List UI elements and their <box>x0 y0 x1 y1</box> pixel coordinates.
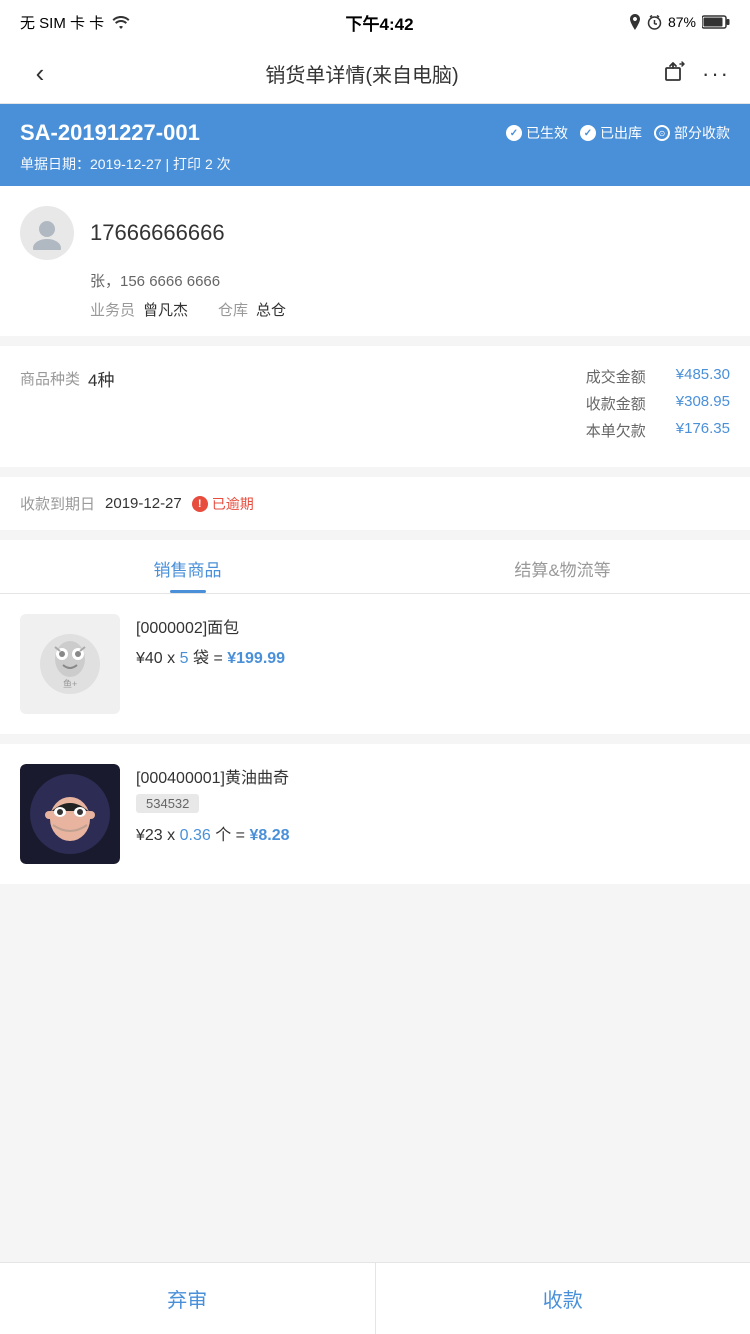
check-icon-2: ✓ <box>580 125 596 141</box>
bottom-bar: 弃审 收款 <box>0 1262 750 1334</box>
customer-name: 张，156 6666 6666 <box>20 270 730 291</box>
abandon-review-button[interactable]: 弃审 <box>0 1263 376 1334</box>
customer-header: 17666666666 <box>20 206 730 260</box>
product-kind: 商品种类 4种 <box>20 366 114 391</box>
user-icon <box>30 216 64 250</box>
avatar <box>20 206 74 260</box>
header-banner: SA-20191227-001 ✓ 已生效 ✓ 已出库 ⊙ 部分收款 单据日期：… <box>0 104 750 186</box>
status-badge-shipped: ✓ 已出库 <box>580 123 642 143</box>
overdue-badge: ! 已逾期 <box>192 494 254 514</box>
page-title: 销货单详情(来自电脑) <box>265 59 458 88</box>
received-row: 收款金额 ¥308.95 <box>586 393 730 414</box>
due-section: 收款到期日 2019-12-27 ! 已逾期 <box>0 477 750 530</box>
product-thumbnail-2 <box>25 769 115 859</box>
share-icon <box>664 60 686 82</box>
list-item: 鱼+ [0000002]面包 ¥40 x 5 袋 = ¥199.99 <box>0 594 750 734</box>
stats-section: 商品种类 4种 成交金额 ¥485.30 收款金额 ¥308.95 本单欠款 ¥… <box>0 346 750 467</box>
check-icon-1: ✓ <box>506 125 522 141</box>
warehouse-meta: 仓库 总仓 <box>218 299 286 320</box>
tabs-section: 销售商品 结算&物流等 <box>0 540 750 594</box>
back-button[interactable]: ‹ <box>20 54 60 94</box>
product-image-1: 鱼+ <box>20 614 120 714</box>
list-item: [000400001]黄油曲奇 534532 ¥23 x 0.36 个 = ¥8… <box>0 744 750 884</box>
status-bar: 无 SIM 卡 卡 下午4:42 87% <box>0 0 750 44</box>
order-id: SA-20191227-001 <box>20 120 200 146</box>
order-date: 单据日期：2019-12-27 | 打印 2 次 <box>20 154 730 174</box>
nav-icons: ··· <box>664 60 730 87</box>
sales-meta: 业务员 曾凡杰 <box>90 299 188 320</box>
status-left: 无 SIM 卡 卡 <box>20 12 130 33</box>
products-section: 鱼+ [0000002]面包 ¥40 x 5 袋 = ¥199.99 <box>0 594 750 966</box>
svg-text:鱼+: 鱼+ <box>63 678 77 689</box>
battery-text: 87% <box>668 14 696 30</box>
alarm-icon <box>647 15 662 30</box>
status-badge-partial: ⊙ 部分收款 <box>654 123 730 143</box>
wifi-icon <box>112 15 130 29</box>
sim-text: 无 SIM 卡 卡 <box>20 12 104 33</box>
more-button[interactable]: ··· <box>702 61 730 87</box>
status-badge-effective: ✓ 已生效 <box>506 123 568 143</box>
share-button[interactable] <box>664 60 686 87</box>
product-sku-2: 534532 <box>136 794 199 813</box>
product-info-2: [000400001]黄油曲奇 534532 ¥23 x 0.36 个 = ¥8… <box>136 764 730 845</box>
customer-meta: 业务员 曾凡杰 仓库 总仓 <box>20 299 730 320</box>
overdue-dot-icon: ! <box>192 496 208 512</box>
amount-row: 成交金额 ¥485.30 <box>586 366 730 387</box>
product-image-2 <box>20 764 120 864</box>
collect-payment-button[interactable]: 收款 <box>376 1263 750 1334</box>
product-thumbnail-1: 鱼+ <box>35 629 105 699</box>
stats-left: 商品种类 4种 <box>20 366 114 391</box>
product-price-1: ¥40 x 5 袋 = ¥199.99 <box>136 644 730 668</box>
nav-bar: ‹ 销货单详情(来自电脑) ··· <box>0 44 750 104</box>
location-icon <box>629 14 641 30</box>
tab-settlement[interactable]: 结算&物流等 <box>375 540 750 593</box>
status-time: 下午4:42 <box>346 10 414 35</box>
customer-id: 17666666666 <box>90 220 225 246</box>
product-name-1: [0000002]面包 <box>136 614 730 638</box>
stats-right: 成交金额 ¥485.30 收款金额 ¥308.95 本单欠款 ¥176.35 <box>586 366 730 447</box>
status-badges: ✓ 已生效 ✓ 已出库 ⊙ 部分收款 <box>506 123 730 143</box>
tab-sales-products[interactable]: 销售商品 <box>0 540 375 593</box>
product-price-2: ¥23 x 0.36 个 = ¥8.28 <box>136 821 730 845</box>
customer-section: 17666666666 张，156 6666 6666 业务员 曾凡杰 仓库 总… <box>0 186 750 336</box>
tabs-row: 销售商品 结算&物流等 <box>0 540 750 594</box>
product-name-2: [000400001]黄油曲奇 <box>136 764 730 788</box>
product-info-1: [0000002]面包 ¥40 x 5 袋 = ¥199.99 <box>136 614 730 668</box>
battery-icon <box>702 15 730 29</box>
clock-icon: ⊙ <box>654 125 670 141</box>
status-right: 87% <box>629 14 730 30</box>
owed-row: 本单欠款 ¥176.35 <box>586 420 730 441</box>
